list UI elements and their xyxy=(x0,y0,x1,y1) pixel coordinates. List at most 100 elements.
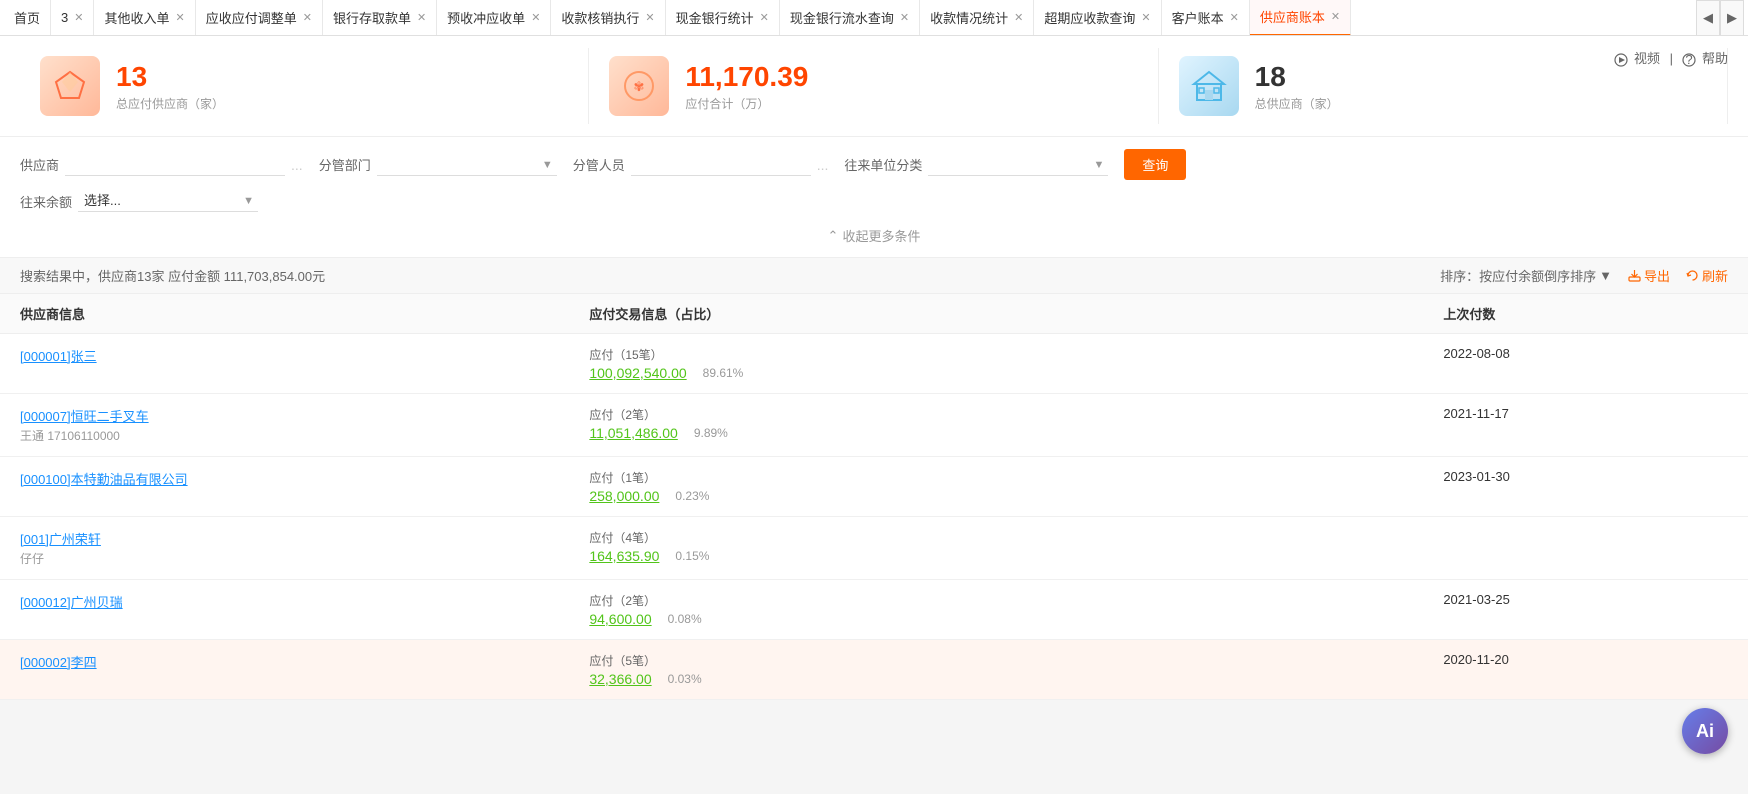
help-link[interactable]: ? 帮助 xyxy=(1682,51,1728,66)
nav-right-arrow[interactable]: ▶ xyxy=(1720,0,1744,36)
balance-dropdown[interactable]: 选择... ▼ xyxy=(78,190,258,212)
filter-row-2: 往来余额 选择... ▼ xyxy=(20,190,1728,212)
nav-tab-bank-deposit-label: 银行存取款单 xyxy=(333,8,411,27)
trans-row-000100: 258,000.00 0.23% xyxy=(589,488,1443,504)
trans-label-000001: 应付（15笔） xyxy=(589,346,1443,363)
supplier-info-000001: [000001]张三 xyxy=(20,346,589,365)
trans-amount-000012[interactable]: 94,600.00 xyxy=(589,611,651,627)
ai-assistant-button[interactable]: Ai xyxy=(1682,708,1728,754)
transaction-info-000002: 应付（5笔） 32,366.00 0.03% xyxy=(589,652,1443,687)
nav-tab-ap-adjust-close[interactable]: ✕ xyxy=(303,11,312,24)
top-right-links: 视频 | ? 帮助 xyxy=(1614,48,1728,67)
nav-tab-overdue-query-label: 超期应收款查询 xyxy=(1044,8,1135,27)
unit-type-label: 往来单位分类 xyxy=(844,155,922,174)
nav-tab-other-income-close[interactable]: ✕ xyxy=(175,11,184,24)
nav-tab-ap-adjust-label: 应收应付调整单 xyxy=(206,8,297,27)
nav-tab-cash-bank-flow-close[interactable]: ✕ xyxy=(900,11,909,24)
nav-tab-overdue-query[interactable]: 超期应收款查询 ✕ xyxy=(1034,0,1161,36)
collapse-button[interactable]: ⌃ 收起更多条件 xyxy=(20,222,1728,249)
nav-tab-prepay-collect-close[interactable]: ✕ xyxy=(531,11,540,24)
trans-row-000001: 100,092,540.00 89.61% xyxy=(589,365,1443,381)
sort-chevron-icon: ▼ xyxy=(1599,268,1612,283)
refresh-icon xyxy=(1686,269,1699,282)
nav-tab-collect-stat-close[interactable]: ✕ xyxy=(1014,11,1023,24)
trans-amount-000100[interactable]: 258,000.00 xyxy=(589,488,659,504)
svg-text:?: ? xyxy=(1686,53,1693,67)
nav-tab-customer-account[interactable]: 客户账本 ✕ xyxy=(1162,0,1250,36)
supplier-link-001[interactable]: [001]广州荣轩 xyxy=(20,529,589,548)
filter-balance: 往来余额 选择... ▼ xyxy=(20,190,258,212)
supplier-info-000002: [000002]李四 xyxy=(20,652,589,671)
nav-tab-customer-account-label: 客户账本 xyxy=(1172,8,1224,27)
trans-row-000002: 32,366.00 0.03% xyxy=(589,671,1443,687)
dept-select[interactable] xyxy=(377,154,557,176)
nav-tab-cash-bank-flow[interactable]: 现金银行流水查询 ✕ xyxy=(780,0,920,36)
nav-left-arrow[interactable]: ◀ xyxy=(1696,0,1720,36)
nav-tab-cash-bank-stat[interactable]: 现金银行统计 ✕ xyxy=(666,0,780,36)
unit-type-select[interactable] xyxy=(928,154,1108,176)
table-row: [000007]恒旺二手叉车 王通 17106110000 应付（2笔） 11,… xyxy=(0,394,1748,457)
summary-ap-amount-text: 11,170.39 应付合计（万） xyxy=(685,60,808,113)
last-pay-000100: 2023-01-30 xyxy=(1443,469,1728,484)
summary-ap-suppliers-text: 13 总应付供应商（家） xyxy=(116,60,224,113)
supplier-dots[interactable]: ... xyxy=(291,157,303,173)
person-input[interactable] xyxy=(631,154,811,176)
trans-percent-000100: 0.23% xyxy=(675,489,709,503)
filter-dept: 分管部门 ▼ xyxy=(319,154,557,176)
trans-amount-000007[interactable]: 11,051,486.00 xyxy=(589,425,678,441)
filter-bar: 供应商 ... 分管部门 ▼ 分管人员 ... 往来单位分类 xyxy=(0,137,1748,258)
nav-tab-collect-verify-close[interactable]: ✕ xyxy=(645,11,654,24)
nav-tab-collect-verify[interactable]: 收款核销执行 ✕ xyxy=(551,0,665,36)
sort-label[interactable]: 排序：按应付余额倒序排序 ▼ xyxy=(1440,266,1612,285)
last-pay-000001: 2022-08-08 xyxy=(1443,346,1728,361)
nav-tab-3-label: 3 xyxy=(61,10,68,25)
nav-tab-3[interactable]: 3 ✕ xyxy=(51,0,94,36)
nav-tab-3-close[interactable]: ✕ xyxy=(74,11,83,24)
trans-amount-001[interactable]: 164,635.90 xyxy=(589,548,659,564)
table-row: [000100]本特勤油品有限公司 应付（1笔） 258,000.00 0.23… xyxy=(0,457,1748,517)
nav-tab-other-income[interactable]: 其他收入单 ✕ xyxy=(94,0,195,36)
balance-label: 往来余额 xyxy=(20,192,72,211)
supplier-input[interactable] xyxy=(65,154,285,176)
person-dots[interactable]: ... xyxy=(817,157,829,173)
refresh-button[interactable]: 刷新 xyxy=(1686,266,1728,285)
trans-percent-000007: 9.89% xyxy=(694,426,728,440)
trans-percent-001: 0.15% xyxy=(675,549,709,563)
nav-tab-bank-deposit-close[interactable]: ✕ xyxy=(417,11,426,24)
nav-tab-ap-adjust[interactable]: 应收应付调整单 ✕ xyxy=(196,0,323,36)
video-link[interactable]: 视频 xyxy=(1614,51,1663,66)
supplier-link-000007[interactable]: [000007]恒旺二手叉车 xyxy=(20,406,589,425)
supplier-info-000012: [000012]广州贝瑞 xyxy=(20,592,589,611)
trans-amount-000002[interactable]: 32,366.00 xyxy=(589,671,651,687)
nav-arrows: ◀ ▶ xyxy=(1696,0,1744,36)
nav-tab-cash-bank-stat-close[interactable]: ✕ xyxy=(760,11,769,24)
nav-tab-supplier-account[interactable]: 供应商账本 ✕ xyxy=(1250,0,1351,36)
grain-icon: ✾ xyxy=(609,56,669,116)
supplier-contact-000007: 王通 17106110000 xyxy=(20,427,589,444)
unit-type-dropdown[interactable]: ▼ xyxy=(928,154,1108,176)
collapse-label: 收起更多条件 xyxy=(842,226,920,245)
supplier-link-000002[interactable]: [000002]李四 xyxy=(20,652,589,671)
balance-select[interactable]: 选择... xyxy=(78,190,258,212)
transaction-info-000001: 应付（15笔） 100,092,540.00 89.61% xyxy=(589,346,1443,381)
nav-tab-prepay-collect[interactable]: 预收冲应收单 ✕ xyxy=(437,0,551,36)
transaction-info-000100: 应付（1笔） 258,000.00 0.23% xyxy=(589,469,1443,504)
last-pay-000007: 2021-11-17 xyxy=(1443,406,1728,421)
nav-tab-bank-deposit[interactable]: 银行存取款单 ✕ xyxy=(323,0,437,36)
trans-percent-000002: 0.03% xyxy=(668,672,702,686)
ap-suppliers-value: 13 xyxy=(116,60,224,94)
supplier-link-000001[interactable]: [000001]张三 xyxy=(20,346,589,365)
dept-dropdown[interactable]: ▼ xyxy=(377,154,557,176)
nav-tab-home[interactable]: 首页 xyxy=(4,0,51,36)
col-header-transaction: 应付交易信息（占比） xyxy=(589,304,1443,323)
nav-tab-collect-stat[interactable]: 收款情况统计 ✕ xyxy=(920,0,1034,36)
nav-tab-overdue-query-close[interactable]: ✕ xyxy=(1141,11,1150,24)
query-button[interactable]: 查询 xyxy=(1124,149,1186,180)
supplier-link-000012[interactable]: [000012]广州贝瑞 xyxy=(20,592,589,611)
nav-tab-customer-account-close[interactable]: ✕ xyxy=(1230,11,1239,24)
export-button[interactable]: 导出 xyxy=(1628,266,1670,285)
supplier-link-000100[interactable]: [000100]本特勤油品有限公司 xyxy=(20,469,589,488)
trans-amount-000001[interactable]: 100,092,540.00 xyxy=(589,365,686,381)
person-label: 分管人员 xyxy=(573,155,625,174)
nav-tab-supplier-account-close[interactable]: ✕ xyxy=(1331,10,1340,23)
